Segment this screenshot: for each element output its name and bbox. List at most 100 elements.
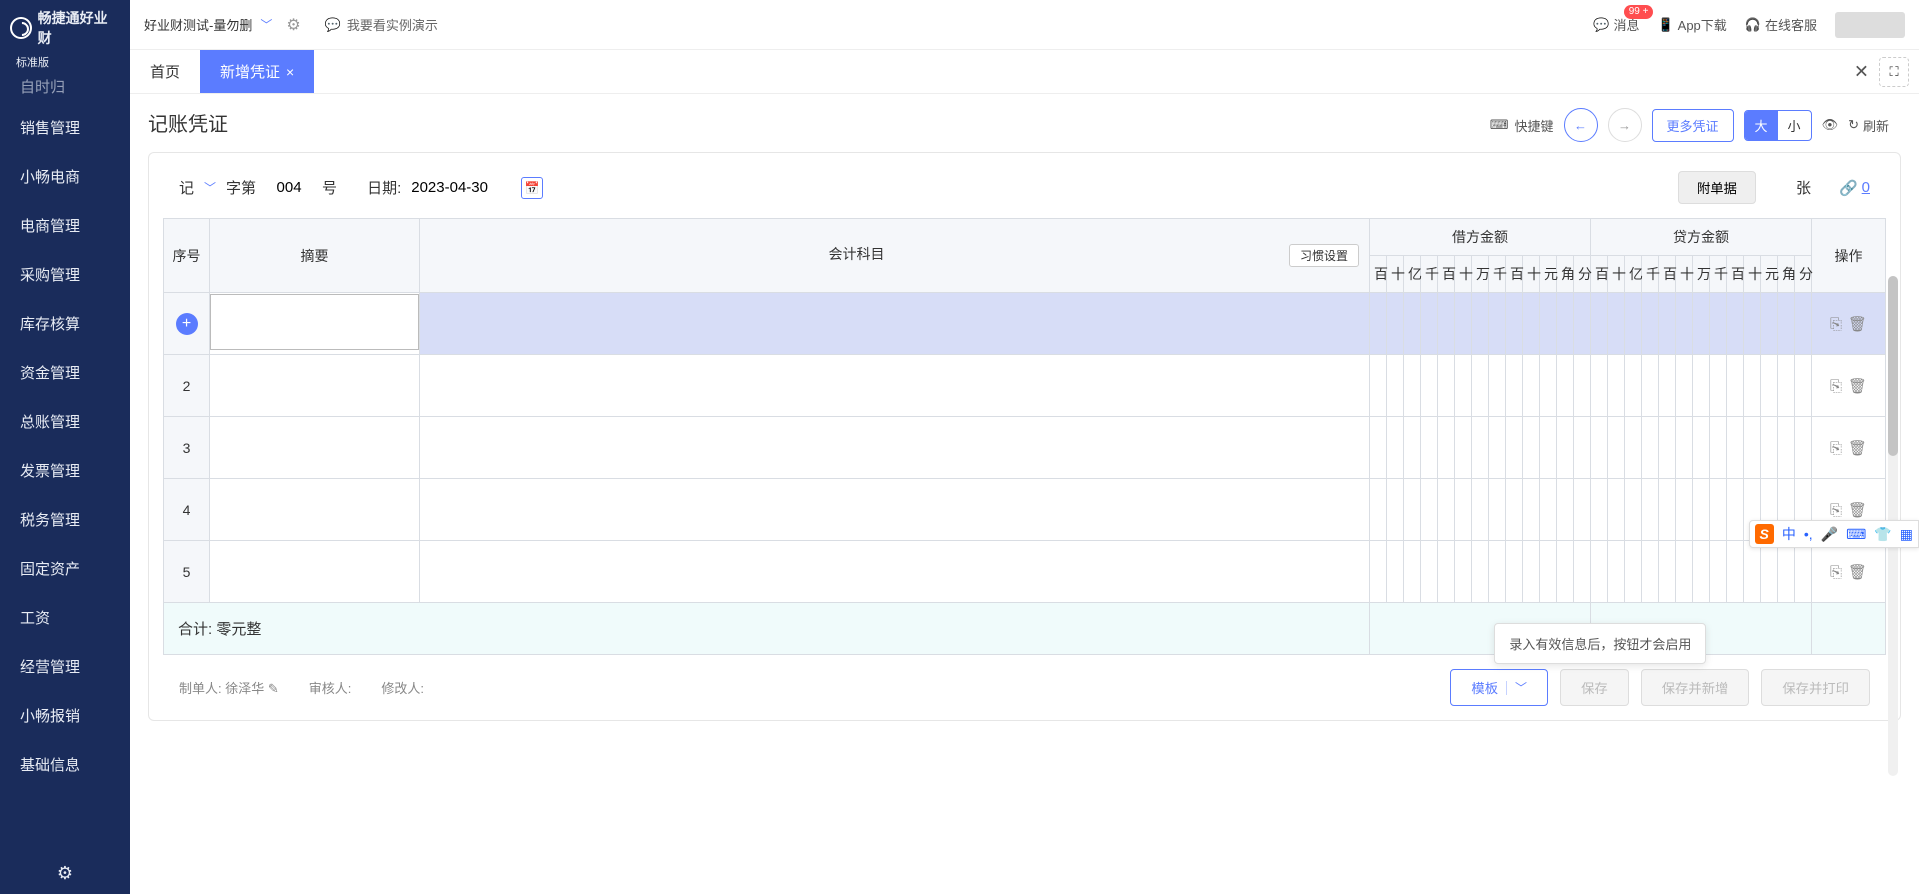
debit-digit[interactable]	[1370, 541, 1387, 603]
credit-digit[interactable]	[1761, 541, 1778, 603]
debit-digit[interactable]	[1523, 355, 1540, 417]
credit-digit[interactable]	[1710, 293, 1727, 355]
template-button[interactable]: 模板 ﹀	[1450, 669, 1548, 706]
debit-digit[interactable]	[1506, 355, 1523, 417]
debit-digit[interactable]	[1387, 541, 1404, 603]
subject-cell[interactable]	[420, 479, 1370, 541]
calendar-icon[interactable]: 📅	[521, 177, 543, 199]
credit-digit[interactable]	[1727, 417, 1744, 479]
debit-digit[interactable]	[1455, 355, 1472, 417]
debit-digit[interactable]	[1557, 417, 1574, 479]
debit-digit[interactable]	[1370, 293, 1387, 355]
ime-toolbox-icon[interactable]: ▦	[1900, 526, 1913, 543]
avatar[interactable]	[1835, 12, 1905, 38]
subject-cell[interactable]	[420, 293, 1370, 355]
debit-digit[interactable]	[1455, 293, 1472, 355]
debit-digit[interactable]	[1370, 355, 1387, 417]
summary-input[interactable]	[210, 294, 419, 350]
debit-digit[interactable]	[1404, 541, 1421, 603]
debit-digit[interactable]	[1370, 417, 1387, 479]
summary-cell[interactable]	[210, 541, 420, 603]
debit-digit[interactable]	[1540, 541, 1557, 603]
preview-button[interactable]: 👁	[1822, 117, 1839, 133]
credit-digit[interactable]	[1676, 479, 1693, 541]
credit-digit[interactable]	[1642, 541, 1659, 603]
app-download-button[interactable]: 📱 App下载	[1657, 15, 1726, 34]
debit-digit[interactable]	[1438, 417, 1455, 479]
credit-digit[interactable]	[1744, 417, 1761, 479]
copy-row-icon[interactable]: ⎘	[1830, 564, 1842, 581]
credit-digit[interactable]	[1727, 355, 1744, 417]
credit-digit[interactable]	[1710, 541, 1727, 603]
debit-digit[interactable]	[1472, 479, 1489, 541]
tenant-selector[interactable]: 好业财测试-量勿删 ﹀	[144, 15, 272, 34]
debit-digit[interactable]	[1404, 417, 1421, 479]
copy-row-icon[interactable]: ⎘	[1830, 378, 1842, 395]
sidebar-item-reimburse[interactable]: 小畅报销	[0, 691, 130, 740]
credit-digit[interactable]	[1625, 293, 1642, 355]
credit-digit[interactable]	[1642, 293, 1659, 355]
debit-digit[interactable]	[1523, 417, 1540, 479]
ime-toolbar[interactable]: S 中 •, 🎤 ⌨ 👕 ▦	[1749, 520, 1919, 548]
credit-digit[interactable]	[1778, 541, 1795, 603]
credit-digit[interactable]	[1659, 355, 1676, 417]
sidebar-item-purchase[interactable]: 采购管理	[0, 250, 130, 299]
credit-digit[interactable]	[1642, 355, 1659, 417]
delete-row-icon[interactable]: 🗑	[1848, 564, 1867, 581]
credit-digit[interactable]	[1744, 355, 1761, 417]
debit-digit[interactable]	[1506, 293, 1523, 355]
debit-digit[interactable]	[1404, 293, 1421, 355]
credit-digit[interactable]	[1642, 417, 1659, 479]
debit-digit[interactable]	[1455, 479, 1472, 541]
credit-digit[interactable]	[1625, 355, 1642, 417]
debit-digit[interactable]	[1489, 355, 1506, 417]
credit-digit[interactable]	[1608, 355, 1625, 417]
sidebar-item-ledger[interactable]: 总账管理	[0, 397, 130, 446]
sidebar-item-xc-ecom[interactable]: 小畅电商	[0, 152, 130, 201]
credit-digit[interactable]	[1761, 355, 1778, 417]
topbar-settings-icon[interactable]: ⚙	[286, 15, 300, 35]
prev-voucher-button[interactable]: ←	[1564, 108, 1598, 142]
credit-digit[interactable]	[1676, 293, 1693, 355]
delete-row-icon[interactable]: 🗑	[1848, 440, 1867, 457]
tab-home[interactable]: 首页	[130, 50, 200, 93]
debit-digit[interactable]	[1574, 479, 1591, 541]
close-all-tabs-icon[interactable]: ✕	[1854, 61, 1869, 82]
debit-digit[interactable]	[1557, 355, 1574, 417]
sidebar-item-ecom[interactable]: 电商管理	[0, 201, 130, 250]
debit-digit[interactable]	[1489, 293, 1506, 355]
debit-digit[interactable]	[1574, 355, 1591, 417]
ime-skin-icon[interactable]: 👕	[1874, 526, 1891, 543]
credit-digit[interactable]	[1744, 541, 1761, 603]
debit-digit[interactable]	[1438, 293, 1455, 355]
add-row-button[interactable]: +	[176, 313, 198, 335]
summary-cell[interactable]	[210, 355, 420, 417]
debit-digit[interactable]	[1574, 541, 1591, 603]
debit-digit[interactable]	[1506, 541, 1523, 603]
copy-row-icon[interactable]: ⎘	[1830, 502, 1842, 519]
credit-digit[interactable]	[1625, 417, 1642, 479]
debit-digit[interactable]	[1574, 293, 1591, 355]
credit-digit[interactable]	[1591, 417, 1608, 479]
credit-digit[interactable]	[1727, 293, 1744, 355]
ime-lang[interactable]: 中	[1782, 524, 1796, 544]
attach-button[interactable]: 附单据	[1678, 171, 1756, 204]
date-input[interactable]	[411, 179, 511, 196]
debit-digit[interactable]	[1370, 479, 1387, 541]
edit-icon[interactable]: ✎	[268, 681, 279, 696]
debit-digit[interactable]	[1540, 479, 1557, 541]
debit-digit[interactable]	[1540, 293, 1557, 355]
credit-digit[interactable]	[1693, 355, 1710, 417]
copy-row-icon[interactable]: ⎘	[1830, 316, 1842, 333]
delete-row-icon[interactable]: 🗑	[1848, 502, 1867, 519]
ime-voice-icon[interactable]: 🎤	[1821, 526, 1838, 543]
debit-digit[interactable]	[1472, 541, 1489, 603]
sidebar-item-truncated[interactable]: 自时归	[0, 76, 130, 103]
credit-digit[interactable]	[1727, 479, 1744, 541]
debit-digit[interactable]	[1387, 293, 1404, 355]
refresh-button[interactable]: ↻ 刷新	[1848, 116, 1889, 135]
sidebar-item-inventory[interactable]: 库存核算	[0, 299, 130, 348]
debit-digit[interactable]	[1472, 293, 1489, 355]
credit-digit[interactable]	[1625, 479, 1642, 541]
credit-digit[interactable]	[1778, 293, 1795, 355]
